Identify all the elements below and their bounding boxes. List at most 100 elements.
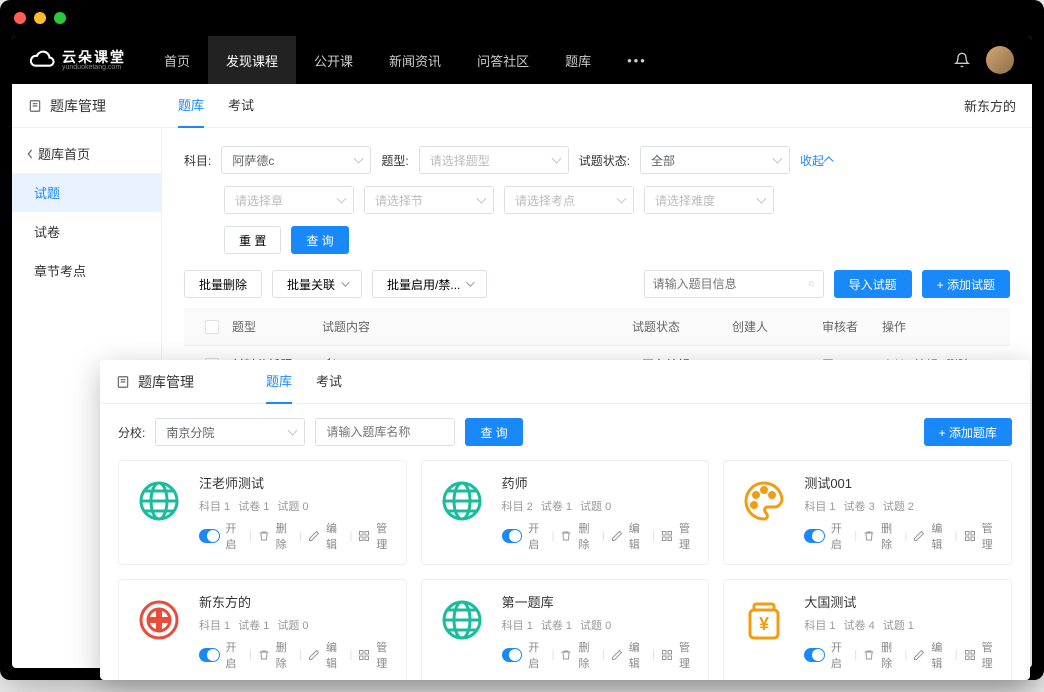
delete-icon	[258, 530, 270, 542]
nav-item[interactable]: 问答社区	[459, 36, 547, 84]
card-edit-link[interactable]: 编辑	[629, 639, 646, 671]
enable-toggle[interactable]	[502, 648, 523, 662]
card-delete-link[interactable]: 删除	[881, 520, 898, 552]
sub-header: 题库管理 题库考试 新东方的	[12, 84, 1032, 128]
document-icon	[116, 375, 130, 389]
logo-text-zh: 云朵课堂	[62, 50, 126, 64]
subject-select[interactable]: 阿萨德c	[221, 146, 371, 174]
edit-icon	[308, 530, 320, 542]
card-edit-link[interactable]: 编辑	[931, 520, 948, 552]
bell-icon	[954, 52, 970, 68]
query-button[interactable]: 查 询	[465, 418, 522, 446]
edit-icon	[913, 649, 925, 661]
type-select[interactable]: 请选择题型	[419, 146, 569, 174]
logo[interactable]: 云朵课堂 yunduoketang.com	[30, 49, 126, 71]
nav-item[interactable]: 公开课	[296, 36, 371, 84]
tab[interactable]: 题库	[266, 360, 292, 404]
nav-item[interactable]: 题库	[547, 36, 609, 84]
card-delete-link[interactable]: 删除	[578, 639, 595, 671]
enable-toggle[interactable]	[502, 529, 523, 543]
nav-item[interactable]: 新闻资讯	[371, 36, 459, 84]
card-manage-link[interactable]: 管理	[376, 520, 393, 552]
enable-toggle[interactable]	[199, 529, 220, 543]
search-box[interactable]	[644, 270, 824, 298]
svg-text:¥: ¥	[759, 614, 769, 634]
type-label: 题型:	[381, 152, 408, 169]
card-delete-link[interactable]: 删除	[276, 639, 293, 671]
bank-card: ¥ 大国测试 科目 1试卷 4试题 1 开启 | 删除 | 编辑 | 管理	[723, 579, 1012, 680]
query-button[interactable]: 查 询	[291, 226, 348, 254]
card-edit-link[interactable]: 编辑	[326, 520, 343, 552]
bank-card: 新东方的 科目 1试卷 1试题 0 开启 | 删除 | 编辑 | 管理	[118, 579, 407, 680]
search-input[interactable]	[653, 277, 808, 291]
status-select[interactable]: 全部	[640, 146, 790, 174]
batch-link-button[interactable]: 批量关联	[272, 270, 362, 298]
card-manage-link[interactable]: 管理	[679, 520, 696, 552]
edit-icon	[611, 530, 623, 542]
batch-toggle-button[interactable]: 批量启用/禁...	[372, 270, 487, 298]
card-edit-link[interactable]: 编辑	[931, 639, 948, 671]
add-bank-button[interactable]: + 添加题库	[924, 418, 1012, 446]
sidebar-item[interactable]: 试卷	[12, 212, 161, 251]
notifications-button[interactable]	[946, 52, 978, 68]
chapter-select[interactable]: 请选择章	[224, 186, 354, 214]
card-meta: 科目 2试卷 1试题 0	[502, 498, 697, 514]
delete-icon	[258, 649, 270, 661]
status-label: 试题状态:	[579, 152, 630, 169]
tab[interactable]: 考试	[316, 360, 342, 404]
card-delete-link[interactable]: 删除	[881, 639, 898, 671]
sidebar-item[interactable]: 章节考点	[12, 251, 161, 290]
context-name: 新东方的	[964, 96, 1016, 115]
avatar[interactable]	[986, 46, 1014, 74]
bank-card: 药师 科目 2试卷 1试题 0 开启 | 删除 | 编辑 | 管理	[421, 460, 710, 565]
minimize-window-button[interactable]	[34, 12, 46, 24]
manage-icon	[358, 649, 370, 661]
logo-icon	[30, 49, 56, 71]
batch-delete-button[interactable]: 批量删除	[184, 270, 262, 298]
import-button[interactable]: 导入试题	[834, 270, 912, 298]
nav-item[interactable]: 首页	[146, 36, 208, 84]
card-delete-link[interactable]: 删除	[578, 520, 595, 552]
logo-text-en: yunduoketang.com	[62, 64, 126, 71]
card-delete-link[interactable]: 删除	[276, 520, 293, 552]
maximize-window-button[interactable]	[54, 12, 66, 24]
tab[interactable]: 考试	[228, 83, 254, 128]
card-manage-link[interactable]: 管理	[982, 520, 999, 552]
close-window-button[interactable]	[14, 12, 26, 24]
card-edit-link[interactable]: 编辑	[629, 520, 646, 552]
back-link[interactable]: 题库首页	[12, 134, 161, 173]
back-label: 题库首页	[38, 144, 90, 163]
point-select[interactable]: 请选择考点	[504, 186, 634, 214]
collapse-filters-link[interactable]: 收起	[800, 152, 833, 169]
card-title: 第一题库	[502, 592, 697, 611]
card-edit-link[interactable]: 编辑	[326, 639, 343, 671]
enable-toggle[interactable]	[804, 648, 825, 662]
th-creator: 创建人	[732, 318, 822, 335]
card-manage-link[interactable]: 管理	[982, 639, 999, 671]
edit-icon	[308, 649, 320, 661]
more-icon: •••	[627, 53, 647, 68]
branch-label: 分校:	[118, 424, 145, 441]
card-manage-link[interactable]: 管理	[679, 639, 696, 671]
section-select[interactable]: 请选择节	[364, 186, 494, 214]
bank-name-input[interactable]	[315, 418, 455, 446]
enable-toggle[interactable]	[804, 529, 825, 543]
manage-icon	[358, 530, 370, 542]
select-all-checkbox[interactable]	[205, 320, 219, 334]
difficulty-select[interactable]: 请选择难度	[644, 186, 774, 214]
delete-icon	[863, 649, 875, 661]
enable-toggle[interactable]	[199, 648, 220, 662]
branch-select[interactable]: 南京分院	[155, 418, 305, 446]
nav-item[interactable]: 发现课程	[208, 36, 296, 84]
card-meta: 科目 1试卷 4试题 1	[804, 617, 999, 633]
manage-icon	[661, 649, 673, 661]
th-type: 题型	[232, 318, 322, 335]
reset-button[interactable]: 重 置	[224, 226, 281, 254]
tab[interactable]: 题库	[178, 83, 204, 128]
add-question-button[interactable]: + 添加试题	[922, 270, 1010, 298]
card-meta: 科目 1试卷 1试题 0	[199, 617, 394, 633]
card-manage-link[interactable]: 管理	[376, 639, 393, 671]
sidebar-item[interactable]: 试题	[12, 173, 161, 212]
page-title: 题库管理	[50, 96, 106, 116]
nav-more[interactable]: •••	[609, 36, 665, 84]
